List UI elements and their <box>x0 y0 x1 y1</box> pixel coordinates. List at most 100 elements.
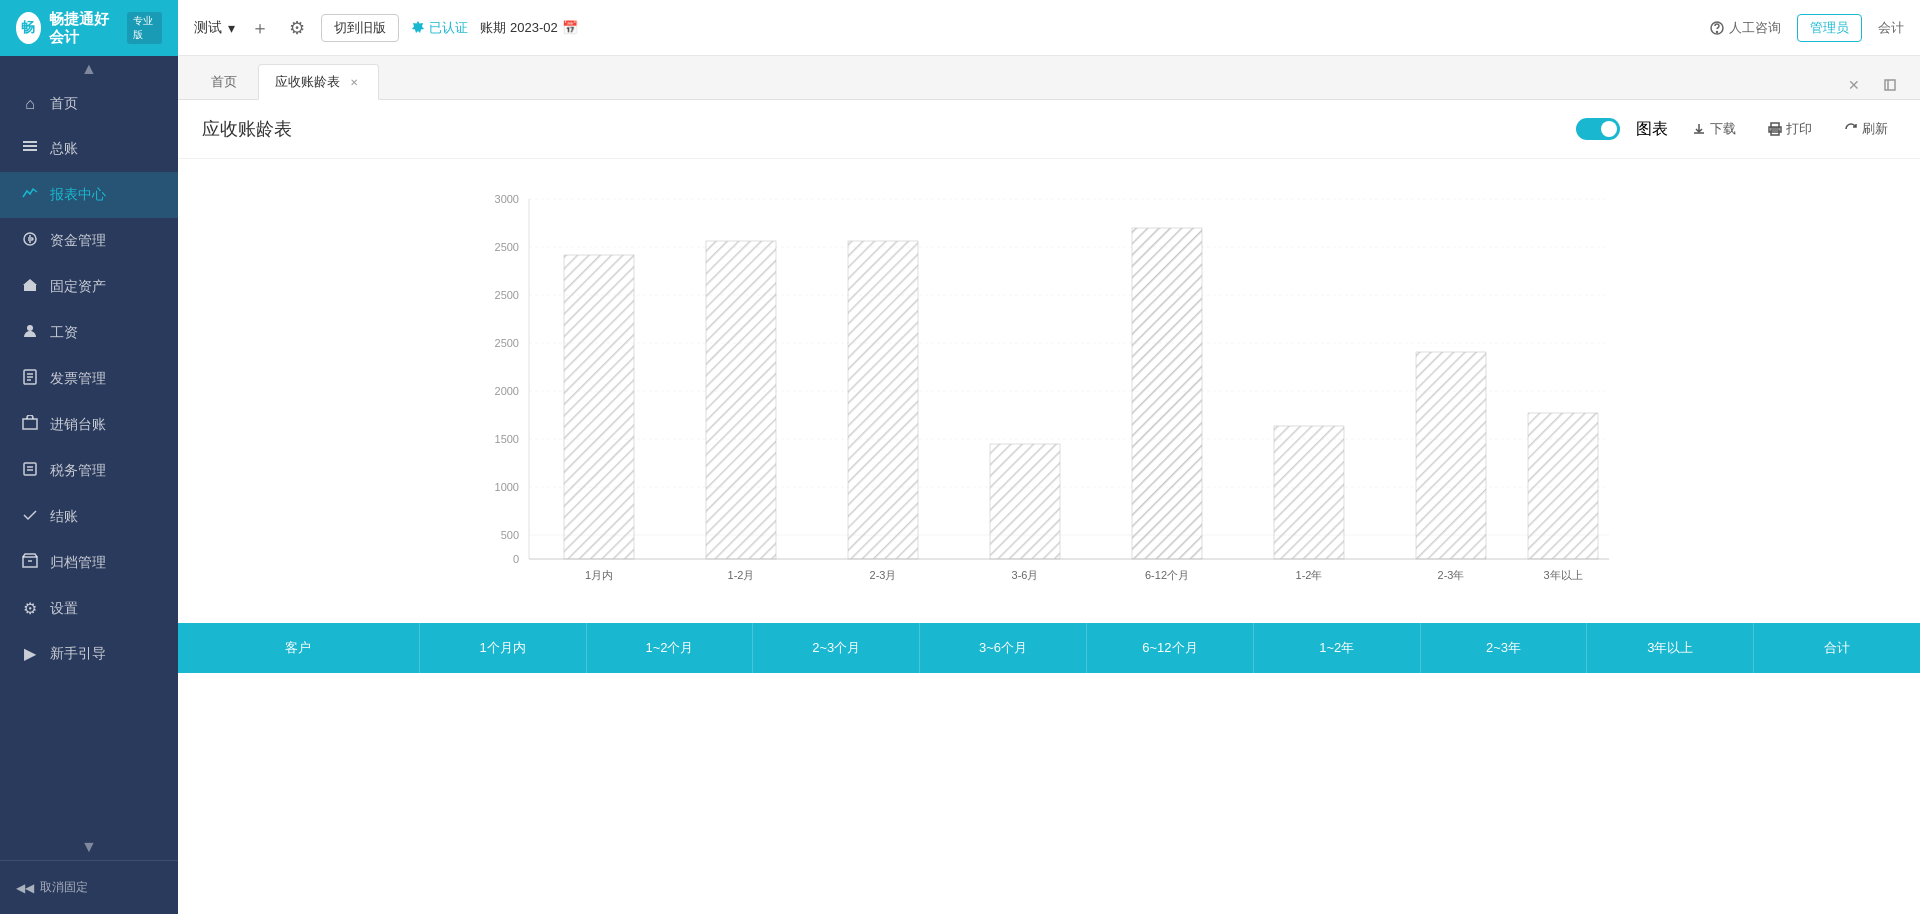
period-selector[interactable]: 账期 2023-02 📅 <box>480 19 578 37</box>
settings-button[interactable]: ⚙ <box>285 13 309 43</box>
sidebar-item-invoice[interactable]: 发票管理 <box>0 356 178 402</box>
col-customer: 客户 <box>178 623 420 673</box>
topbar: 测试 ▾ ＋ ⚙ 切到旧版 已认证 账期 2023-02 📅 人工咨询 管理员 … <box>178 0 1920 56</box>
col-2-3month: 2~3个月 <box>753 623 920 673</box>
dropdown-icon: ▾ <box>228 20 235 36</box>
role-label: 会计 <box>1878 19 1904 37</box>
tab-aging-label: 应收账龄表 <box>275 73 340 91</box>
download-button[interactable]: 下载 <box>1684 116 1744 142</box>
user-button[interactable]: 管理员 <box>1797 14 1862 42</box>
sidebar-item-tax[interactable]: 税务管理 <box>0 448 178 494</box>
tab-close-button[interactable]: ✕ <box>346 74 362 90</box>
svg-text:0: 0 <box>513 553 519 565</box>
chart-toggle[interactable] <box>1576 118 1620 140</box>
bar-2-3年 <box>1416 352 1486 559</box>
svg-text:2500: 2500 <box>495 337 519 349</box>
sidebar-item-label: 发票管理 <box>50 370 106 388</box>
main-area: 测试 ▾ ＋ ⚙ 切到旧版 已认证 账期 2023-02 📅 人工咨询 管理员 … <box>178 0 1920 914</box>
bar-3年以上 <box>1528 413 1598 559</box>
report-title: 应收账龄表 <box>202 117 292 141</box>
svg-text:2-3月: 2-3月 <box>870 569 897 581</box>
refresh-label: 刷新 <box>1862 120 1888 138</box>
bar-6-12月 <box>1132 228 1202 559</box>
service-button[interactable]: 人工咨询 <box>1709 19 1781 37</box>
cancel-fixed-button[interactable]: ◀◀ 取消固定 <box>16 873 162 902</box>
sidebar-item-sales[interactable]: 进销台账 <box>0 402 178 448</box>
window-controls: ✕ <box>1840 71 1904 99</box>
sidebar-item-label: 总账 <box>50 140 78 158</box>
chart-area: 3000 2500 2500 2500 2000 1500 1000 500 0 <box>178 159 1920 623</box>
tax-icon <box>20 461 40 481</box>
svg-point-5 <box>27 325 33 331</box>
scroll-down-arrow[interactable]: ▼ <box>0 834 178 860</box>
svg-text:1000: 1000 <box>495 481 519 493</box>
svg-text:2000: 2000 <box>495 385 519 397</box>
sidebar-item-label: 报表中心 <box>50 186 106 204</box>
sidebar-item-label: 首页 <box>50 95 78 113</box>
maximize-window-button[interactable] <box>1876 71 1904 99</box>
svg-rect-4 <box>24 285 36 291</box>
project-selector[interactable]: 测试 ▾ <box>194 19 235 37</box>
svg-text:1月内: 1月内 <box>585 569 613 581</box>
home-icon: ⌂ <box>20 95 40 113</box>
add-button[interactable]: ＋ <box>247 12 273 44</box>
svg-text:3000: 3000 <box>495 193 519 205</box>
col-1-2year: 1~2年 <box>1254 623 1421 673</box>
scroll-up-arrow[interactable]: ▲ <box>0 56 178 82</box>
svg-text:6-12个月: 6-12个月 <box>1145 569 1189 581</box>
sidebar-item-label: 资金管理 <box>50 232 106 250</box>
svg-text:1-2月: 1-2月 <box>728 569 755 581</box>
sidebar-item-ledger[interactable]: 总账 <box>0 126 178 172</box>
sidebar-bottom: ◀◀ 取消固定 <box>0 860 178 914</box>
print-button[interactable]: 打印 <box>1760 116 1820 142</box>
close-window-button[interactable]: ✕ <box>1840 71 1868 99</box>
sidebar-item-archive[interactable]: 归档管理 <box>0 540 178 586</box>
service-label: 人工咨询 <box>1729 19 1781 37</box>
sidebar-item-home[interactable]: ⌂ 首页 <box>0 82 178 126</box>
settle-icon <box>20 507 40 527</box>
col-6-12month: 6~12个月 <box>1087 623 1254 673</box>
svg-rect-0 <box>23 141 37 143</box>
sidebar-item-reports[interactable]: 报表中心 <box>0 172 178 218</box>
logo-icon: 畅 <box>16 12 41 44</box>
project-name: 测试 <box>194 19 222 37</box>
tab-home[interactable]: 首页 <box>194 63 254 99</box>
old-version-button[interactable]: 切到旧版 <box>321 14 399 42</box>
col-2-3year: 2~3年 <box>1421 623 1588 673</box>
download-label: 下载 <box>1710 120 1736 138</box>
sidebar-item-assets[interactable]: 固定资产 <box>0 264 178 310</box>
app-name: 畅捷通好会计 <box>49 10 119 46</box>
archive-icon <box>20 553 40 573</box>
reports-icon <box>20 185 40 205</box>
col-3-6month: 3~6个月 <box>920 623 1087 673</box>
refresh-button[interactable]: 刷新 <box>1836 116 1896 142</box>
sidebar-item-settle[interactable]: 结账 <box>0 494 178 540</box>
settings-icon: ⚙ <box>20 599 40 618</box>
topbar-right: 人工咨询 管理员 会计 <box>1709 14 1904 42</box>
report-container: 应收账龄表 图表 下载 打印 刷新 <box>178 100 1920 914</box>
funds-icon <box>20 231 40 251</box>
edition-badge: 专业版 <box>127 12 162 44</box>
period-label: 账期 <box>480 19 506 37</box>
svg-text:2-3年: 2-3年 <box>1438 569 1465 581</box>
sidebar-item-funds[interactable]: 资金管理 <box>0 218 178 264</box>
sidebar-item-label: 结账 <box>50 508 78 526</box>
sidebar-item-settings[interactable]: ⚙ 设置 <box>0 586 178 631</box>
bar-2-3月 <box>848 241 918 559</box>
sidebar-item-label: 进销台账 <box>50 416 106 434</box>
pin-icon: ◀◀ <box>16 881 34 895</box>
table-container: 客户 1个月内 1~2个月 2~3个月 3~6个月 6~12个月 1~2年 2~… <box>178 623 1920 673</box>
tabbar: 首页 应收账龄表 ✕ ✕ <box>178 56 1920 100</box>
sidebar-item-wages[interactable]: 工资 <box>0 310 178 356</box>
sidebar-item-label: 工资 <box>50 324 78 342</box>
sidebar-item-guide[interactable]: ▶ 新手引导 <box>0 631 178 676</box>
svg-text:2500: 2500 <box>495 241 519 253</box>
ledger-icon <box>20 139 40 159</box>
sidebar-item-label: 税务管理 <box>50 462 106 480</box>
guide-icon: ▶ <box>20 644 40 663</box>
invoice-icon <box>20 369 40 389</box>
page-content: 应收账龄表 图表 下载 打印 刷新 <box>178 100 1920 914</box>
tab-aging[interactable]: 应收账龄表 ✕ <box>258 64 379 100</box>
svg-rect-18 <box>1885 80 1895 90</box>
print-label: 打印 <box>1786 120 1812 138</box>
